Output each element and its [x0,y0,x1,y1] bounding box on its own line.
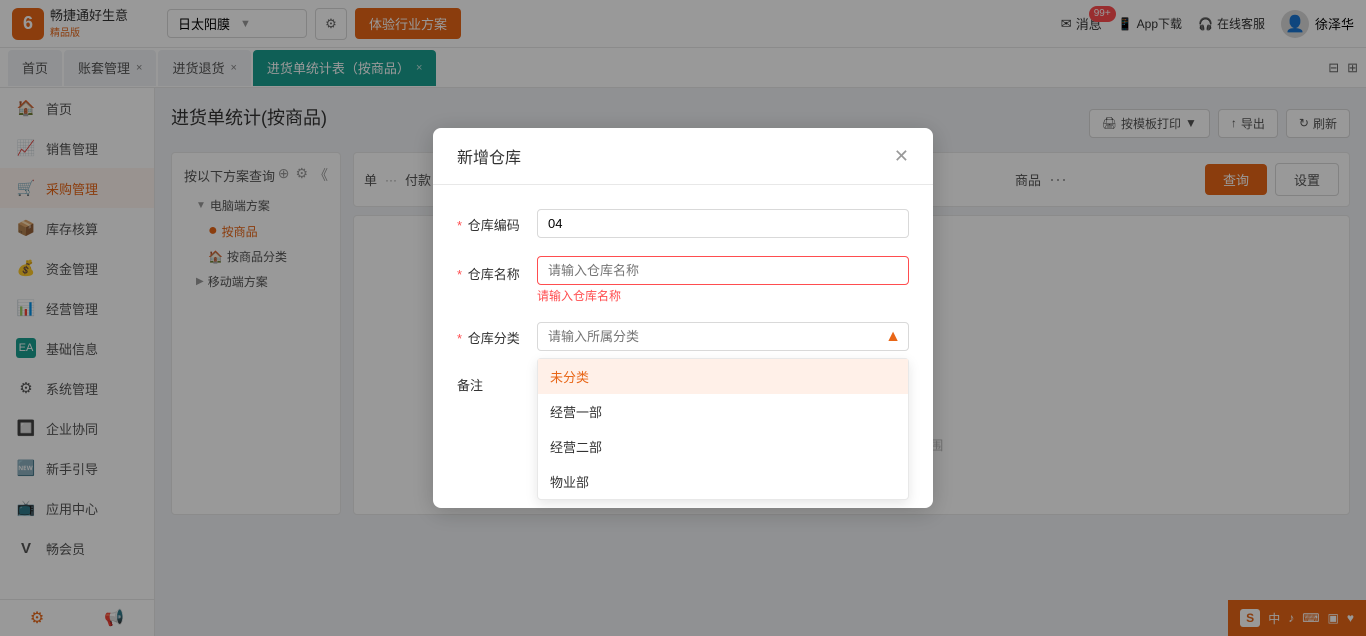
name-label: * 仓库名称 [457,258,537,283]
modal-close-button[interactable]: ✕ [894,146,909,167]
category-dropdown: 未分类 经营一部 经营二部 物业部 [537,358,909,500]
dropdown-item-dept2[interactable]: 经营二部 [538,429,908,464]
warehouse-name-field: * 仓库名称 请输入仓库名称 [457,256,909,304]
dropdown-item-unclassified[interactable]: 未分类 [538,359,908,394]
category-select-wrap: ▲ 未分类 经营一部 经营二部 物业部 [537,322,909,351]
new-warehouse-modal: 新增仓库 ✕ * 仓库编码 * 仓库名称 请输入仓库名称 [433,128,933,508]
code-input[interactable] [537,209,909,238]
modal-header: 新增仓库 ✕ [433,128,933,185]
name-input[interactable] [537,256,909,285]
warehouse-category-field: * 仓库分类 ▲ 未分类 经营一部 经营二部 物业部 [457,322,909,351]
remark-label: 备注 [457,369,537,394]
category-arrow-icon[interactable]: ▲ [885,328,901,346]
category-input[interactable] [537,322,909,351]
dropdown-item-dept1[interactable]: 经营一部 [538,394,908,429]
warehouse-code-field: * 仓库编码 [457,209,909,238]
modal-body: * 仓库编码 * 仓库名称 请输入仓库名称 * 仓库分类 [433,185,933,440]
category-label: * 仓库分类 [457,322,537,347]
name-error-msg: 请输入仓库名称 [537,289,621,303]
dropdown-item-property[interactable]: 物业部 [538,464,908,499]
code-label: * 仓库编码 [457,209,537,234]
modal-title: 新增仓库 [457,144,521,168]
